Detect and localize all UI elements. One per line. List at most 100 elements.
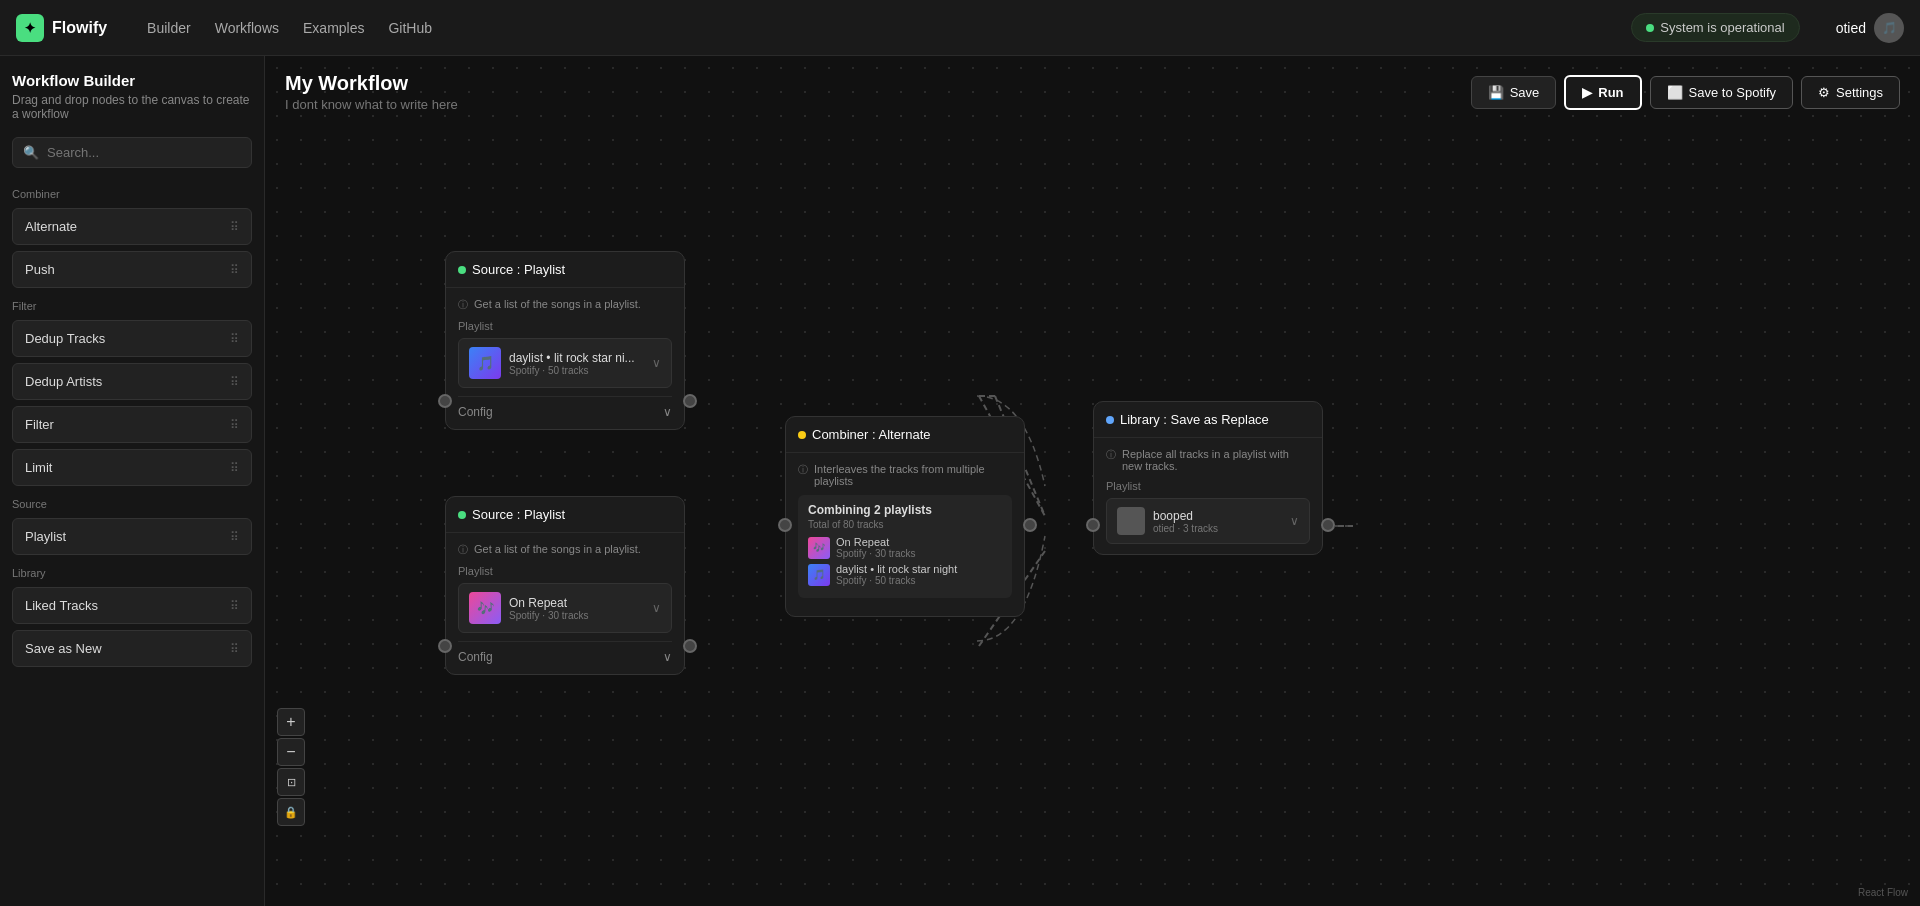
settings-button[interactable]: ⚙ Settings	[1801, 76, 1900, 109]
workflow-subtitle: I dont know what to write here	[285, 97, 458, 112]
library-playlist-row[interactable]: booped otied · 3 tracks ∨	[1106, 498, 1310, 544]
canvas-area[interactable]: My Workflow I dont know what to write he…	[265, 56, 1920, 906]
drag-handle-filter: ⠿	[230, 418, 239, 432]
search-input[interactable]	[47, 145, 241, 160]
combining-info: Combining 2 playlists Total of 80 tracks…	[798, 495, 1012, 598]
save-spotify-icon: ⬜	[1667, 85, 1683, 100]
source-node-1[interactable]: Source : Playlist ⓘ Get a list of the so…	[445, 251, 685, 430]
combiner-header: Combiner : Alternate	[786, 417, 1024, 453]
source1-playlist-name: daylist • lit rock star ni...	[509, 351, 644, 365]
combiner-body: ⓘ Interleaves the tracks from multiple p…	[786, 453, 1024, 616]
app-name: Flowify	[52, 19, 107, 37]
source2-playlist-name: On Repeat	[509, 596, 644, 610]
nav-builder[interactable]: Builder	[147, 20, 191, 36]
drag-handle-dedup-artists: ⠿	[230, 375, 239, 389]
lock-button[interactable]: 🔒	[277, 798, 305, 826]
sidebar-item-alternate[interactable]: Alternate ⠿	[12, 208, 252, 245]
source1-playlist-cover: 🎵	[469, 347, 501, 379]
nav-github[interactable]: GitHub	[388, 20, 432, 36]
react-flow-label: React Flow	[1858, 887, 1908, 898]
library-playlist-meta: otied · 3 tracks	[1153, 523, 1218, 534]
logo-area: ✦ Flowify	[16, 14, 107, 42]
combiner-playlist1-row: 🎶 On Repeat Spotify · 30 tracks	[808, 536, 1002, 559]
status-badge: System is operational	[1631, 13, 1799, 42]
drag-handle-playlist: ⠿	[230, 530, 239, 544]
settings-icon: ⚙	[1818, 85, 1830, 100]
source1-title: Source : Playlist	[472, 262, 565, 277]
combiner-node[interactable]: Combiner : Alternate ⓘ Interleaves the t…	[785, 416, 1025, 617]
library-body: ⓘ Replace all tracks in a playlist with …	[1094, 438, 1322, 554]
combiner-dot	[798, 431, 806, 439]
nav-examples[interactable]: Examples	[303, 20, 364, 36]
section-combiner-label: Combiner	[12, 188, 252, 200]
drag-handle-dedup-tracks: ⠿	[230, 332, 239, 346]
combiner-playlist2-row: 🎵 daylist • lit rock star night Spotify …	[808, 563, 1002, 586]
library-left-connector	[1086, 518, 1100, 532]
source1-section-label: Playlist	[458, 320, 672, 332]
drag-handle-save-as-new: ⠿	[230, 642, 239, 656]
sidebar-item-limit[interactable]: Limit ⠿	[12, 449, 252, 486]
source1-header: Source : Playlist	[446, 252, 684, 288]
library-node[interactable]: Library : Save as Replace ⓘ Replace all …	[1093, 401, 1323, 555]
library-header: Library : Save as Replace	[1094, 402, 1322, 438]
combiner-playlist2-meta: Spotify · 50 tracks	[836, 575, 957, 586]
combiner-right-connector	[1023, 518, 1037, 532]
drag-handle-push: ⠿	[230, 263, 239, 277]
info-icon-combiner: ⓘ	[798, 463, 808, 477]
source2-section-label: Playlist	[458, 565, 672, 577]
sidebar-item-dedup-tracks[interactable]: Dedup Tracks ⠿	[12, 320, 252, 357]
library-playlist-name: booped	[1153, 509, 1218, 523]
source1-right-connector	[683, 394, 697, 408]
zoom-controls: + − ⊡ 🔒	[277, 708, 305, 826]
save-to-spotify-button[interactable]: ⬜ Save to Spotify	[1650, 76, 1793, 109]
search-icon: 🔍	[23, 145, 39, 160]
combining-title: Combining 2 playlists	[808, 503, 1002, 517]
sidebar-item-save-as-new[interactable]: Save as New ⠿	[12, 630, 252, 667]
source2-dot	[458, 511, 466, 519]
top-nav: ✦ Flowify Builder Workflows Examples Git…	[0, 0, 1920, 56]
sidebar-item-playlist[interactable]: Playlist ⠿	[12, 518, 252, 555]
config-chevron-1: ∨	[663, 405, 672, 419]
source2-config-row[interactable]: Config ∨	[458, 641, 672, 664]
run-icon: ▶	[1582, 85, 1592, 100]
user-name: otied	[1836, 20, 1866, 36]
sidebar-item-liked-tracks[interactable]: Liked Tracks ⠿	[12, 587, 252, 624]
fit-view-button[interactable]: ⊡	[277, 768, 305, 796]
library-playlist-cover	[1117, 507, 1145, 535]
workflow-header: My Workflow I dont know what to write he…	[265, 56, 1920, 128]
fit-icon: ⊡	[287, 776, 296, 789]
sidebar-item-dedup-artists[interactable]: Dedup Artists ⠿	[12, 363, 252, 400]
save-button[interactable]: 💾 Save	[1471, 76, 1557, 109]
info-icon-2: ⓘ	[458, 543, 468, 557]
library-section-label: Playlist	[1106, 480, 1310, 492]
combiner-playlist2-info: daylist • lit rock star night Spotify · …	[836, 563, 957, 586]
source2-header: Source : Playlist	[446, 497, 684, 533]
sidebar-item-push[interactable]: Push ⠿	[12, 251, 252, 288]
combiner-playlist1-cover: 🎶	[808, 537, 830, 559]
source2-playlist-row[interactable]: 🎶 On Repeat Spotify · 30 tracks ∨	[458, 583, 672, 633]
combiner-playlist1-meta: Spotify · 30 tracks	[836, 548, 916, 559]
source-node-2[interactable]: Source : Playlist ⓘ Get a list of the so…	[445, 496, 685, 675]
source1-config-row[interactable]: Config ∨	[458, 396, 672, 419]
section-library-label: Library	[12, 567, 252, 579]
combiner-left-connector	[778, 518, 792, 532]
source1-playlist-row[interactable]: 🎵 daylist • lit rock star ni... Spotify …	[458, 338, 672, 388]
library-desc: ⓘ Replace all tracks in a playlist with …	[1106, 448, 1310, 472]
combiner-playlist1-info: On Repeat Spotify · 30 tracks	[836, 536, 916, 559]
zoom-out-button[interactable]: −	[277, 738, 305, 766]
library-dot	[1106, 416, 1114, 424]
sidebar-description: Drag and drop nodes to the canvas to cre…	[12, 93, 252, 121]
nav-workflows[interactable]: Workflows	[215, 20, 279, 36]
sidebar-item-filter[interactable]: Filter ⠿	[12, 406, 252, 443]
info-icon-library: ⓘ	[1106, 448, 1116, 462]
section-filter-label: Filter	[12, 300, 252, 312]
status-dot	[1646, 24, 1654, 32]
lock-icon: 🔒	[284, 806, 298, 819]
run-button[interactable]: ▶ Run	[1564, 75, 1641, 110]
zoom-in-button[interactable]: +	[277, 708, 305, 736]
source2-right-connector	[683, 639, 697, 653]
search-box[interactable]: 🔍	[12, 137, 252, 168]
source1-left-connector	[438, 394, 452, 408]
combiner-title: Combiner : Alternate	[812, 427, 931, 442]
drag-handle-alternate: ⠿	[230, 220, 239, 234]
